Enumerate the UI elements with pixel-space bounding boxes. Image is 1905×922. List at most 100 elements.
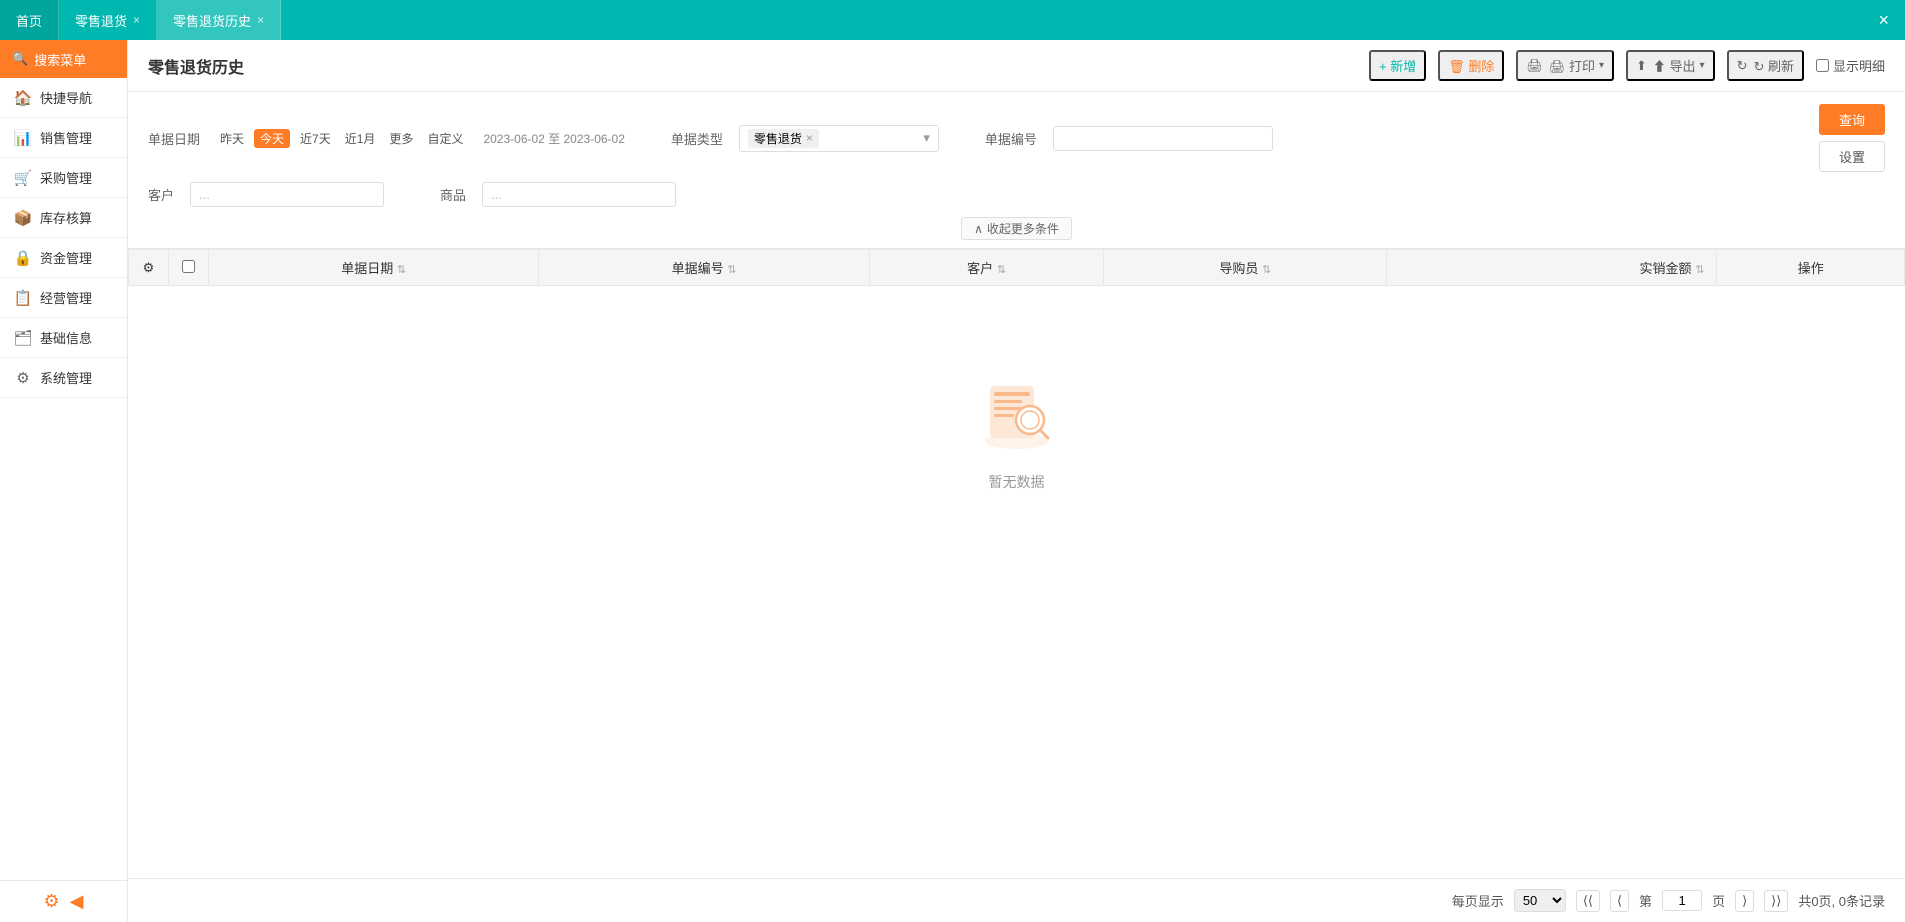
print-label: 🖨 打印 bbox=[1549, 56, 1595, 75]
header-actions: + 新增 🗑 删除 🖨 🖨 打印 ▾ ⬆ ⬆ 导出 ▾ ↻ ↻ 刷新 bbox=[1369, 50, 1885, 81]
data-table: ⚙ 单据日期 ⇅ 单据编号 ⇅ bbox=[128, 249, 1905, 572]
th-voucherno[interactable]: 单据编号 ⇅ bbox=[539, 250, 869, 286]
goods-label: 商品 bbox=[440, 185, 466, 204]
th-voucherno-sort-icon: ⇅ bbox=[727, 264, 736, 276]
operations-icon: 📋 bbox=[14, 289, 32, 307]
top-bar: 首页 零售退货 × 零售退货历史 × × bbox=[0, 0, 1905, 40]
sidebar-item-purchase[interactable]: 🛒 采购管理 bbox=[0, 158, 127, 198]
voucherno-input[interactable] bbox=[1053, 126, 1273, 151]
type-filter-select[interactable]: 零售退货 × ▾ bbox=[739, 125, 939, 152]
sidebar-item-operations[interactable]: 📋 经营管理 bbox=[0, 278, 127, 318]
sidebar: 🔍 搜索菜单 🏠 快捷导航 📊 销售管理 🛒 采购管理 📦 库存核算 🔒 资金管… bbox=[0, 40, 128, 922]
collapse-more-btn[interactable]: ∧ 收起更多条件 bbox=[961, 217, 1072, 240]
window-close-button[interactable]: × bbox=[1862, 10, 1905, 31]
date-opt-more[interactable]: 更多 bbox=[385, 129, 417, 148]
export-icon: ⬆ bbox=[1636, 58, 1647, 74]
sidebar-item-finance[interactable]: 🔒 资金管理 bbox=[0, 238, 127, 278]
sidebar-item-system-label: 系统管理 bbox=[40, 368, 92, 387]
per-page-select[interactable]: 50 20 100 bbox=[1514, 889, 1566, 912]
filter-settings-button[interactable]: 设置 bbox=[1819, 141, 1885, 172]
empty-state: 暂无数据 bbox=[129, 286, 1905, 572]
date-opt-yesterday[interactable]: 昨天 bbox=[216, 129, 248, 148]
sidebar-item-operations-label: 经营管理 bbox=[40, 288, 92, 307]
th-amount[interactable]: 实销金额 ⇅ bbox=[1387, 250, 1717, 286]
th-date-sort-icon: ⇅ bbox=[397, 264, 406, 276]
print-button[interactable]: 🖨 🖨 打印 ▾ bbox=[1516, 50, 1614, 81]
basicinfo-icon: 🗂 bbox=[14, 329, 32, 347]
delete-button[interactable]: 🗑 删除 bbox=[1438, 50, 1504, 81]
total-info: 共0页, 0条记录 bbox=[1798, 891, 1885, 910]
page-first-btn[interactable]: ⟨⟨ bbox=[1576, 890, 1600, 912]
page-title: 零售退货历史 bbox=[148, 54, 244, 78]
th-customer-label: 客户 bbox=[967, 261, 993, 276]
select-all-checkbox[interactable] bbox=[182, 260, 195, 273]
collapse-label: 收起更多条件 bbox=[987, 220, 1059, 237]
th-action-label: 操作 bbox=[1798, 261, 1824, 276]
page-prev-btn[interactable]: ⟨ bbox=[1610, 890, 1629, 912]
th-date[interactable]: 单据日期 ⇅ bbox=[209, 250, 539, 286]
tab-home[interactable]: 首页 bbox=[0, 0, 59, 40]
type-filter-label: 单据类型 bbox=[671, 129, 723, 148]
query-button[interactable]: 查询 bbox=[1819, 104, 1885, 135]
empty-text: 暂无数据 bbox=[989, 472, 1045, 492]
filter-more-row: ∧ 收起更多条件 bbox=[148, 217, 1885, 240]
tab-retail-return-history[interactable]: 零售退货历史 × bbox=[157, 0, 281, 40]
date-opt-custom[interactable]: 自定义 bbox=[423, 129, 467, 148]
th-checkbox[interactable] bbox=[169, 250, 209, 286]
system-icon: ⚙ bbox=[14, 369, 32, 387]
sidebar-item-system[interactable]: ⚙ 系统管理 bbox=[0, 358, 127, 398]
date-opt-1month[interactable]: 近1月 bbox=[341, 129, 380, 148]
th-voucherno-label: 单据编号 bbox=[672, 261, 724, 276]
collapse-icon: ∧ bbox=[974, 222, 983, 236]
sidebar-search[interactable]: 🔍 搜索菜单 bbox=[0, 40, 127, 78]
page-header: 零售退货历史 + 新增 🗑 删除 🖨 🖨 打印 ▾ ⬆ ⬆ 导出 ▾ ↻ ↻ 刷… bbox=[128, 40, 1905, 92]
tab-list: 首页 零售退货 × 零售退货历史 × bbox=[0, 0, 1862, 40]
show-detail-input[interactable] bbox=[1816, 59, 1829, 72]
goods-input[interactable] bbox=[482, 182, 676, 207]
refresh-button[interactable]: ↻ ↻ 刷新 bbox=[1727, 50, 1804, 81]
table-settings-icon[interactable]: ⚙ bbox=[143, 260, 155, 275]
sidebar-item-quicknav-label: 快捷导航 bbox=[40, 88, 92, 107]
sidebar-search-label: 搜索菜单 bbox=[34, 50, 86, 69]
sidebar-item-basicinfo[interactable]: 🗂 基础信息 bbox=[0, 318, 127, 358]
print-arrow-icon: ▾ bbox=[1599, 60, 1604, 71]
th-customer[interactable]: 客户 ⇅ bbox=[869, 250, 1104, 286]
add-button[interactable]: + 新增 bbox=[1369, 50, 1426, 81]
main-layout: 🔍 搜索菜单 🏠 快捷导航 📊 销售管理 🛒 采购管理 📦 库存核算 🔒 资金管… bbox=[0, 40, 1905, 922]
page-last-btn[interactable]: ⟩⟩ bbox=[1764, 890, 1788, 912]
sidebar-collapse-btn[interactable]: ◀ bbox=[70, 891, 84, 912]
tab-retail-return-label: 零售退货 bbox=[75, 11, 127, 30]
tab-retail-return-close[interactable]: × bbox=[133, 13, 140, 27]
content-area: 零售退货历史 + 新增 🗑 删除 🖨 🖨 打印 ▾ ⬆ ⬆ 导出 ▾ ↻ ↻ 刷… bbox=[128, 40, 1905, 922]
sidebar-settings-btn[interactable]: ⚙ bbox=[44, 891, 60, 912]
tab-retail-return[interactable]: 零售退货 × bbox=[59, 0, 157, 40]
page-suffix: 页 bbox=[1712, 891, 1725, 910]
export-button[interactable]: ⬆ ⬆ 导出 ▾ bbox=[1626, 50, 1715, 81]
th-guide[interactable]: 导购员 ⇅ bbox=[1104, 250, 1387, 286]
date-options: 昨天 今天 近7天 近1月 更多 自定义 bbox=[216, 129, 467, 148]
sidebar-item-purchase-label: 采购管理 bbox=[40, 168, 92, 187]
sidebar-item-quicknav[interactable]: 🏠 快捷导航 bbox=[0, 78, 127, 118]
date-filter-label: 单据日期 bbox=[148, 129, 200, 148]
type-tag-remove[interactable]: × bbox=[806, 131, 813, 145]
sidebar-item-inventory[interactable]: 📦 库存核算 bbox=[0, 198, 127, 238]
page-input[interactable]: 1 bbox=[1662, 890, 1702, 911]
type-tag-value: 零售退货 bbox=[754, 130, 802, 147]
customer-input[interactable] bbox=[190, 182, 384, 207]
date-opt-7days[interactable]: 近7天 bbox=[296, 129, 335, 148]
sidebar-bottom: ⚙ ◀ bbox=[0, 880, 127, 922]
sidebar-item-inventory-label: 库存核算 bbox=[40, 208, 92, 227]
date-range-display: 2023-06-02 至 2023-06-02 bbox=[483, 130, 624, 147]
date-opt-today[interactable]: 今天 bbox=[254, 129, 290, 148]
th-guide-sort-icon: ⇅ bbox=[1262, 264, 1271, 276]
sidebar-item-sales[interactable]: 📊 销售管理 bbox=[0, 118, 127, 158]
tab-retail-return-history-close[interactable]: × bbox=[257, 13, 264, 27]
type-select-arrow-icon: ▾ bbox=[923, 130, 930, 146]
empty-illustration bbox=[972, 366, 1062, 456]
show-detail-checkbox[interactable]: 显示明细 bbox=[1816, 56, 1885, 75]
export-label: ⬆ 导出 bbox=[1653, 56, 1696, 75]
th-settings[interactable]: ⚙ bbox=[129, 250, 169, 286]
th-customer-sort-icon: ⇅ bbox=[997, 264, 1006, 276]
page-label: 第 bbox=[1639, 891, 1652, 910]
page-next-btn[interactable]: ⟩ bbox=[1735, 890, 1754, 912]
